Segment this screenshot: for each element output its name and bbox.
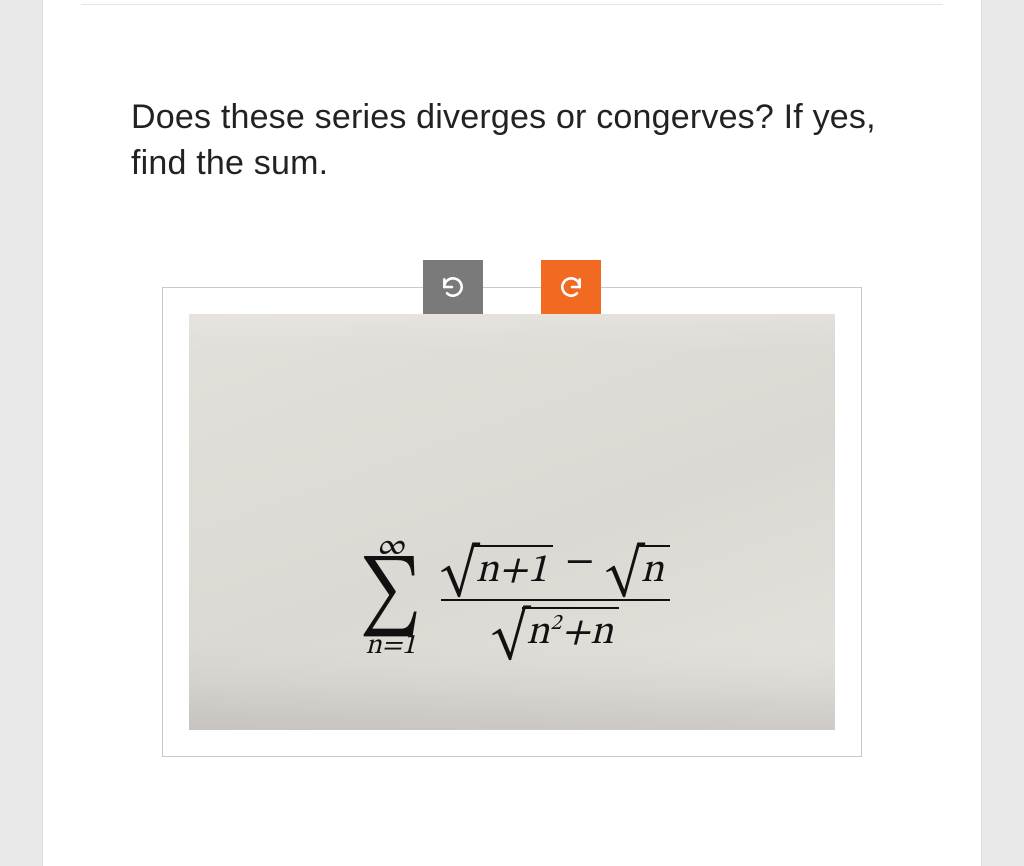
rotate-cw-icon bbox=[558, 274, 584, 300]
page-card: Does these series diverges or congerves?… bbox=[42, 0, 982, 866]
summation-symbol: ∞ ∑ n=1 bbox=[354, 532, 427, 660]
radicand-n2-plus-n: n2+n bbox=[522, 607, 619, 655]
sigma-icon: ∑ bbox=[360, 558, 422, 636]
image-frame: ∞ ∑ n=1 √ n+1 − √ bbox=[162, 287, 862, 757]
series-expression: ∞ ∑ n=1 √ n+1 − √ bbox=[354, 532, 670, 660]
question-text: Does these series diverges or congerves?… bbox=[131, 95, 901, 187]
image-viewer: ∞ ∑ n=1 √ n+1 − √ bbox=[162, 287, 862, 757]
rotate-ccw-icon bbox=[440, 274, 466, 300]
sqrt-n-plus-1: √ n+1 bbox=[441, 545, 553, 593]
denominator: √ n2+n bbox=[492, 607, 619, 655]
sqrt-n: √ n bbox=[606, 545, 670, 593]
question-photo: ∞ ∑ n=1 √ n+1 − √ bbox=[189, 314, 835, 730]
numerator: √ n+1 − √ n bbox=[441, 537, 670, 593]
denom-exp: 2 bbox=[550, 613, 561, 635]
denom-tail: +n bbox=[561, 613, 613, 653]
rotate-left-button[interactable] bbox=[423, 260, 483, 314]
top-divider bbox=[81, 4, 943, 5]
fraction: √ n+1 − √ n √ bbox=[441, 537, 670, 656]
sigma-lower-bound: n=1 bbox=[366, 632, 416, 660]
sqrt-n2-plus-n: √ n2+n bbox=[492, 607, 619, 655]
radicand-n-plus-1: n+1 bbox=[472, 545, 554, 593]
image-rotation-controls bbox=[423, 260, 601, 314]
rotate-right-button[interactable] bbox=[541, 260, 601, 314]
minus-sign: − bbox=[559, 537, 600, 593]
fraction-bar bbox=[441, 599, 670, 602]
